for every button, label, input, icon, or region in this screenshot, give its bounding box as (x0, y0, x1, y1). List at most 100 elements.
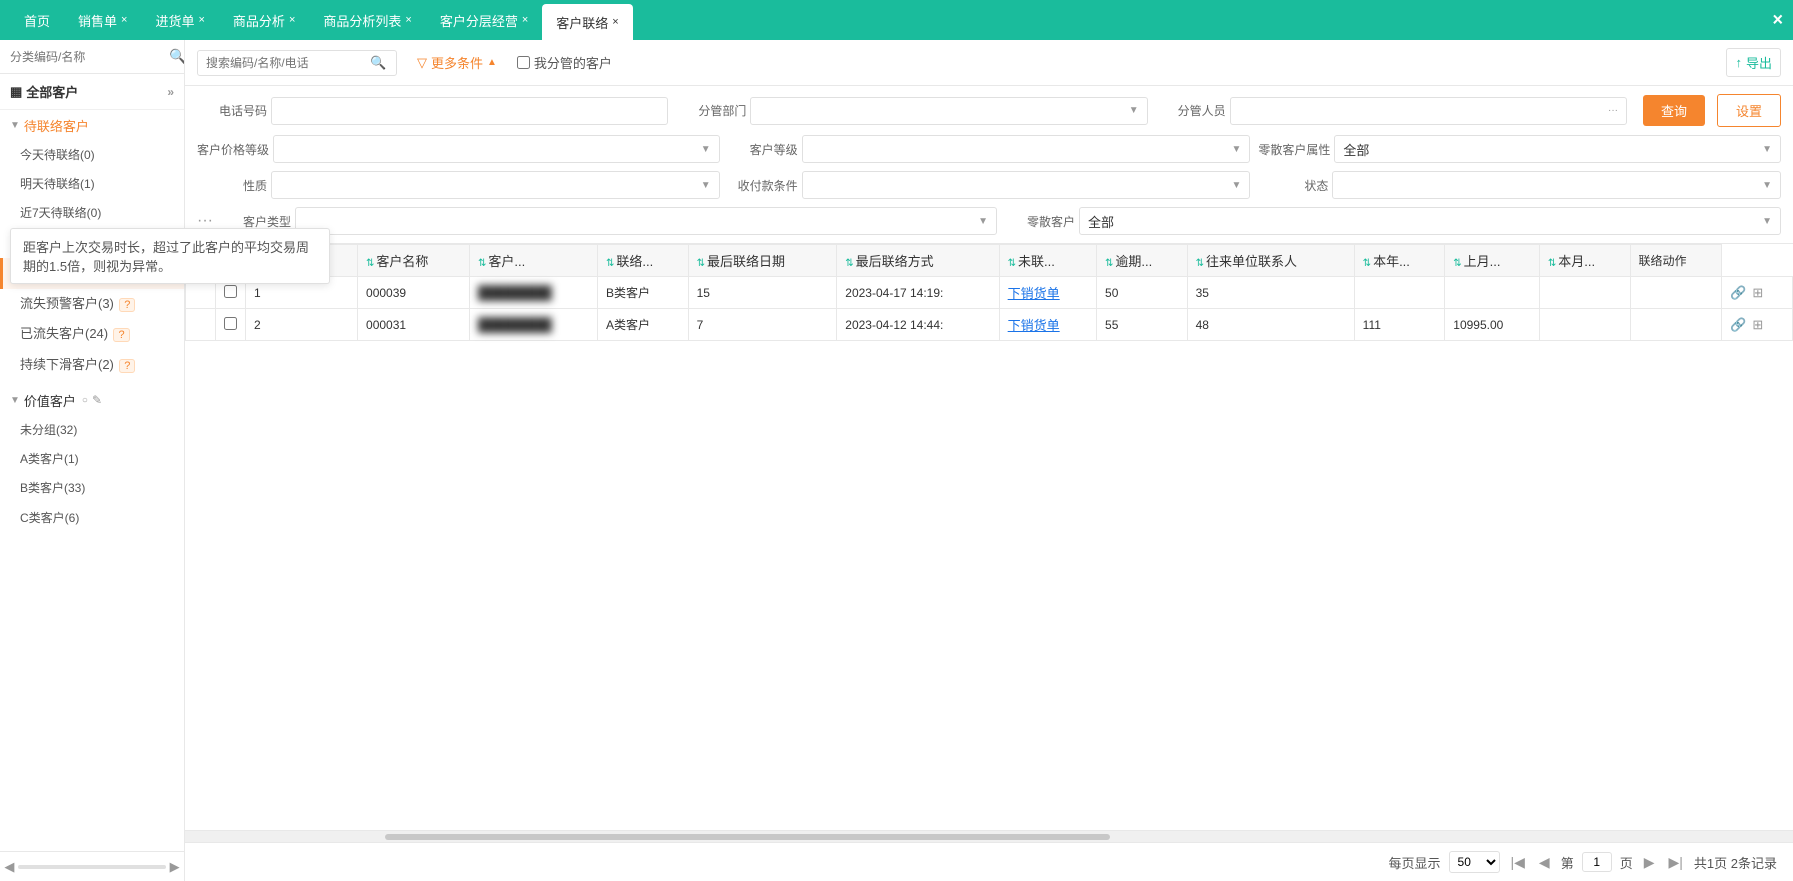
td-not-contact-2: 55 (1097, 309, 1188, 341)
sidebar-item-already-lost[interactable]: 已流失客户(24) ? (0, 319, 184, 350)
td-last-method-2[interactable]: 下销货单 (999, 309, 1096, 341)
right-arrow[interactable]: ▶ (170, 859, 180, 875)
status-select[interactable]: ▼ (1332, 171, 1781, 199)
sidebar-collapse-btn[interactable]: » (167, 85, 174, 99)
phone-input[interactable] (271, 97, 668, 125)
sidebar-pending-group[interactable]: ▼ 待联络客户 (0, 110, 184, 141)
sidebar-item-ungroup[interactable]: 未分组(32) (0, 416, 184, 445)
first-page-btn[interactable]: |◀ (1508, 854, 1528, 871)
sort-icon-method[interactable]: ⇅ (845, 258, 853, 269)
customer-level-select[interactable]: ▼ (802, 135, 1251, 163)
sidebar-search-icon[interactable]: 🔍 (169, 48, 185, 65)
nav-sales[interactable]: 销售单 × (64, 0, 141, 40)
sort-icon-type[interactable]: ⇅ (478, 258, 486, 269)
sort-icon-date[interactable]: ⇅ (697, 258, 705, 269)
sort-icon-contact[interactable]: ⇅ (606, 258, 614, 269)
th-contact-count: ⇅联络... (597, 245, 688, 277)
last-page-btn[interactable]: ▶| (1666, 854, 1686, 871)
sidebar-item-today[interactable]: 今天待联络(0) (0, 141, 184, 170)
td-last-method-1[interactable]: 下销货单 (999, 277, 1096, 309)
th-overdue: ⇅逾期... (1097, 245, 1188, 277)
status-label: 状态 (1258, 177, 1328, 194)
nav-close-product-list[interactable]: × (405, 14, 411, 26)
filter-row-2: 客户价格等级 ▼ 客户等级 ▼ 零散客户属性 全部 (197, 135, 1781, 163)
action-icons-2: 🔗 ⊞ (1730, 317, 1784, 333)
sort-icon-lastmonth[interactable]: ⇅ (1453, 258, 1461, 269)
more-conditions-btn[interactable]: ▽ 更多条件 ▲ (409, 49, 505, 76)
sidebar-item-b-class[interactable]: B类客户(33) (0, 474, 184, 503)
left-arrow[interactable]: ◀ (4, 859, 14, 875)
td-type-2: A类客户 (597, 309, 688, 341)
nav-purchase[interactable]: 进货单 × (141, 0, 218, 40)
sidebar-item-lost-preview[interactable]: 流失预警客户(3) ? (0, 289, 184, 320)
my-customers-checkbox[interactable] (517, 56, 530, 69)
query-button[interactable]: 查询 (1643, 95, 1705, 126)
search-input[interactable] (206, 56, 366, 70)
nav-home[interactable]: 首页 (10, 0, 64, 40)
filter-department: 分管部门 ▼ (676, 97, 1147, 125)
nav-product-analysis[interactable]: 商品分析 × (219, 0, 309, 40)
row1-checkbox[interactable] (224, 285, 237, 298)
filter-status: 状态 ▼ (1258, 171, 1781, 199)
nav-close-product-analysis[interactable]: × (289, 14, 295, 26)
td-action-2: 🔗 ⊞ (1722, 309, 1793, 341)
payment-select[interactable]: ▼ (802, 171, 1251, 199)
window-close-button[interactable]: × (1772, 10, 1783, 31)
export-button[interactable]: ↑ 导出 (1726, 48, 1781, 77)
nav-close-sales[interactable]: × (121, 14, 127, 26)
td-type-1: B类客户 (597, 277, 688, 309)
phone-label: 电话号码 (197, 102, 267, 119)
sort-icon-notcontact[interactable]: ⇅ (1008, 258, 1016, 269)
search-icon[interactable]: 🔍 (370, 55, 386, 71)
td-contact-count-2: 7 (688, 309, 837, 341)
department-caret: ▼ (1129, 105, 1139, 116)
action-link-icon-1[interactable]: 🔗 (1730, 285, 1746, 301)
sidebar-item-tomorrow[interactable]: 明天待联络(1) (0, 170, 184, 199)
price-level-select[interactable]: ▼ (273, 135, 720, 163)
sort-icon-name[interactable]: ⇅ (366, 258, 374, 269)
nav-close-segment[interactable]: × (522, 14, 528, 26)
sidebar-item-c-class[interactable]: C类客户(6) (0, 504, 184, 533)
next-page-btn[interactable]: ▶ (1641, 854, 1658, 871)
sort-icon-person[interactable]: ⇅ (1196, 258, 1204, 269)
td-last-date-2: 2023-04-12 14:44: (837, 309, 999, 341)
triangle-icon-2: ▼ (10, 395, 20, 406)
sidebar-all-customers[interactable]: ▦ 全部客户 » (0, 74, 184, 110)
td-contact-person-1 (1354, 277, 1445, 309)
nav-close-contact[interactable]: × (612, 16, 618, 28)
nav-customer-segment[interactable]: 客户分层经营 × (426, 0, 542, 40)
department-select[interactable]: ▼ (750, 97, 1147, 125)
td-checkbox-2[interactable] (216, 309, 246, 341)
action-grid-icon-1[interactable]: ⊞ (1752, 285, 1763, 301)
filter-row-4: ··· 客户类型 ▼ 零散客户 全部 ▼ (197, 207, 1781, 235)
person-select[interactable]: ··· (1230, 97, 1627, 125)
horizontal-scrollbar[interactable] (185, 830, 1793, 842)
th-this-month: ⇅本月... (1539, 245, 1630, 277)
td-code-2: 000031 (358, 309, 470, 341)
sidebar-search-input[interactable] (10, 50, 165, 64)
action-grid-icon-2[interactable]: ⊞ (1752, 317, 1763, 333)
sort-icon-year[interactable]: ⇅ (1363, 258, 1371, 269)
per-page-select[interactable]: 50 100 (1449, 851, 1500, 873)
my-customers-checkbox-label[interactable]: 我分管的客户 (517, 53, 612, 72)
sidebar-item-continuous-down[interactable]: 持续下滑客户(2) ? (0, 350, 184, 381)
gender-select[interactable]: ▼ (271, 171, 720, 199)
edit-icon[interactable]: ✎ (92, 393, 102, 407)
retail-attr-select[interactable]: 全部 ▼ (1334, 135, 1781, 163)
nav-close-purchase[interactable]: × (198, 14, 204, 26)
sidebar-item-a-class[interactable]: A类客户(1) (0, 445, 184, 474)
sidebar-value-group[interactable]: ▼ 价值客户 ○ ✎ (0, 385, 184, 416)
sort-icon-overdue[interactable]: ⇅ (1105, 258, 1113, 269)
sidebar-item-7days[interactable]: 近7天待联络(0) (0, 199, 184, 228)
nav-customer-contact[interactable]: 客户联络 × (542, 4, 632, 40)
retail-customer-select[interactable]: 全部 ▼ (1079, 207, 1781, 235)
page-number-input[interactable] (1582, 852, 1612, 872)
action-link-icon-2[interactable]: 🔗 (1730, 317, 1746, 333)
scrollbar-thumb[interactable] (385, 834, 1110, 840)
sort-icon-thismonth[interactable]: ⇅ (1548, 258, 1556, 269)
prev-page-btn[interactable]: ◀ (1536, 854, 1553, 871)
row2-checkbox[interactable] (224, 317, 237, 330)
settings-button[interactable]: 设置 (1717, 94, 1781, 127)
nav-product-analysis-list[interactable]: 商品分析列表 × (309, 0, 425, 40)
customer-type-select[interactable]: ▼ (295, 207, 997, 235)
